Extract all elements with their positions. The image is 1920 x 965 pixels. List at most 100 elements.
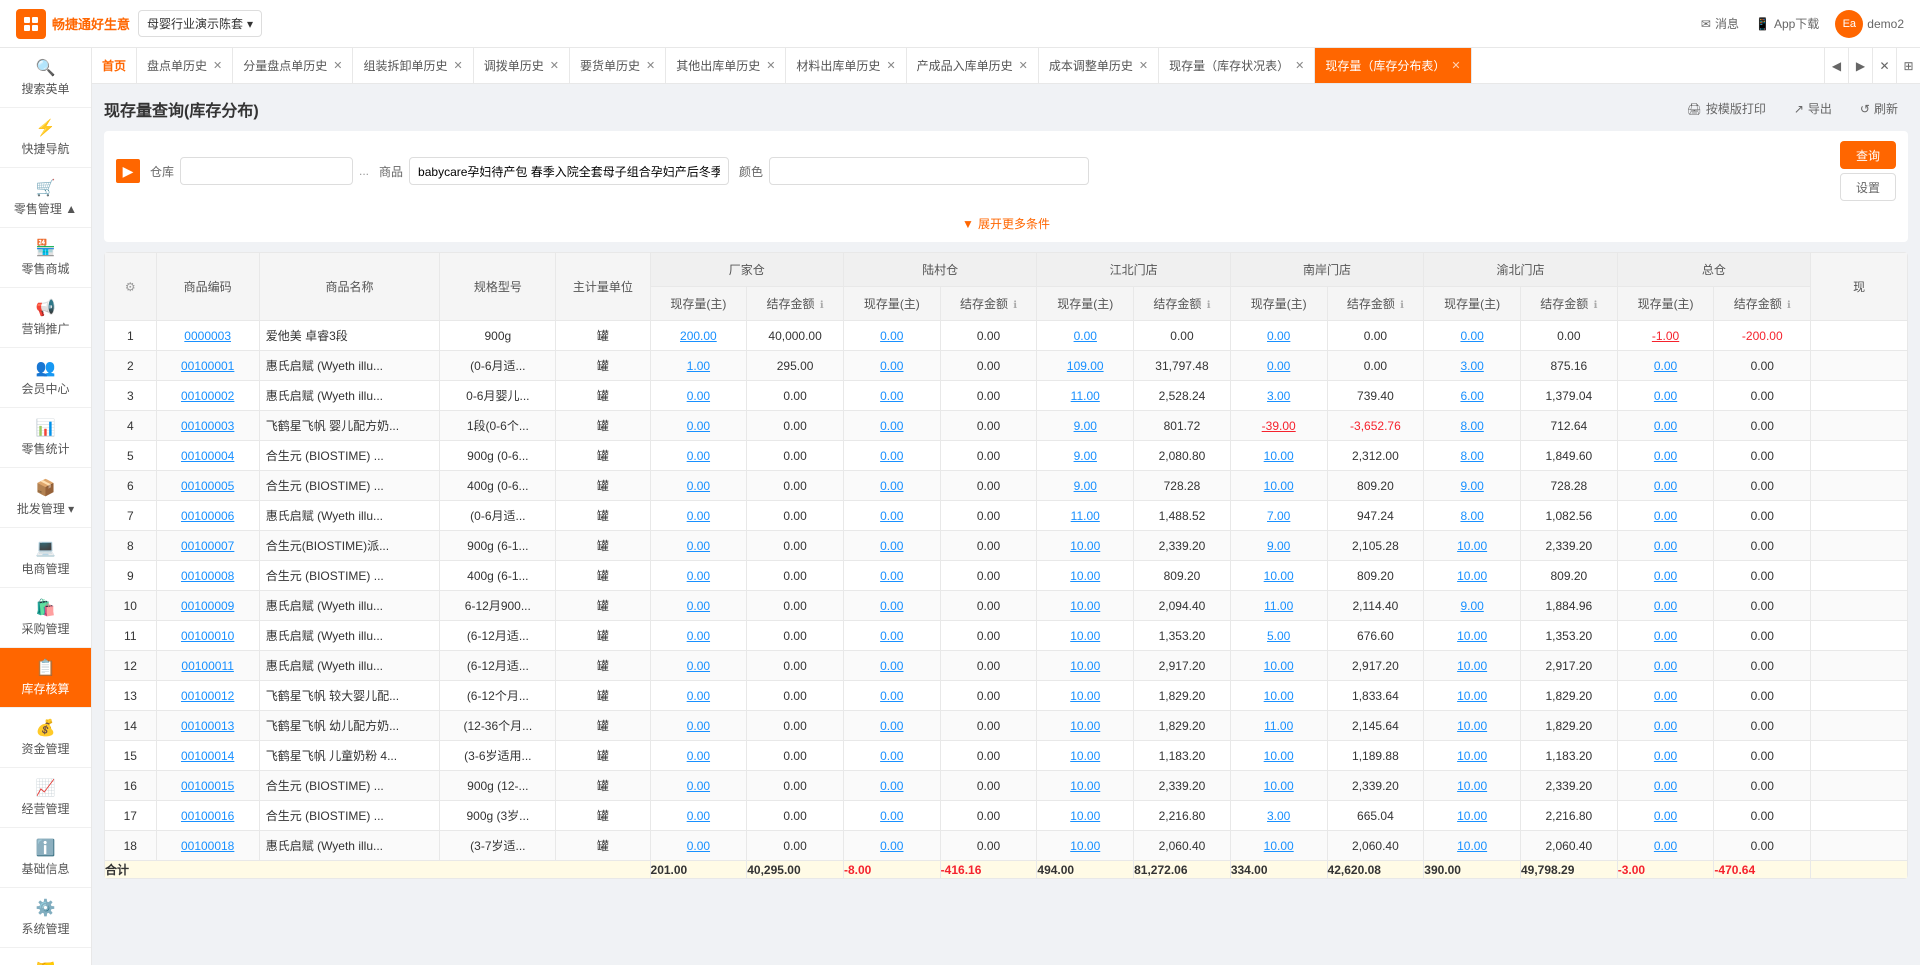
sidebar-item-search[interactable]: 🔍 搜索英单 <box>0 48 91 108</box>
sidebar-item-system[interactable]: ⚙️ 系统管理 <box>0 888 91 948</box>
tab-other-out-close[interactable]: ✕ <box>766 59 775 72</box>
td-factory-qty[interactable]: 0.00 <box>650 501 747 531</box>
nav-close-btn[interactable]: ✕ <box>1872 48 1896 84</box>
td-lucun-qty[interactable]: 0.00 <box>843 381 940 411</box>
nav-next-btn[interactable]: ▶ <box>1848 48 1872 84</box>
td-lucun-qty[interactable]: 0.00 <box>843 531 940 561</box>
td-factory-qty[interactable]: 0.00 <box>650 591 747 621</box>
td-lucun-qty[interactable]: 0.00 <box>843 771 940 801</box>
td-total-qty[interactable]: 0.00 <box>1617 411 1714 441</box>
td-code[interactable]: 00100008 <box>156 561 259 591</box>
color-input[interactable] <box>769 157 1089 185</box>
td-total-qty[interactable]: 0.00 <box>1617 801 1714 831</box>
td-factory-qty[interactable]: 1.00 <box>650 351 747 381</box>
app-download-btn[interactable]: 📱 App下载 <box>1755 15 1819 32</box>
settings-icon[interactable]: ⚙ <box>125 280 136 294</box>
td-yubei-qty[interactable]: 10.00 <box>1424 831 1521 861</box>
td-yubei-qty[interactable]: 10.00 <box>1424 741 1521 771</box>
tab-assembly-close[interactable]: ✕ <box>454 59 463 72</box>
td-code[interactable]: 00100006 <box>156 501 259 531</box>
td-jiangbei-qty[interactable]: 10.00 <box>1037 711 1134 741</box>
td-factory-qty[interactable]: 0.00 <box>650 621 747 651</box>
td-nanan-qty[interactable]: 10.00 <box>1230 741 1327 771</box>
td-jiangbei-qty[interactable]: 10.00 <box>1037 801 1134 831</box>
td-code[interactable]: 00100009 <box>156 591 259 621</box>
td-nanan-qty[interactable]: 5.00 <box>1230 621 1327 651</box>
tab-cost-adjust[interactable]: 成本调整单历史 ✕ <box>1039 48 1159 84</box>
td-total-qty[interactable]: 0.00 <box>1617 591 1714 621</box>
td-nanan-qty[interactable]: 9.00 <box>1230 531 1327 561</box>
td-nanan-qty[interactable]: 10.00 <box>1230 561 1327 591</box>
td-lucun-qty[interactable]: 0.00 <box>843 591 940 621</box>
td-yubei-qty[interactable]: 10.00 <box>1424 621 1521 651</box>
td-factory-qty[interactable]: 200.00 <box>650 321 747 351</box>
td-code[interactable]: 00100002 <box>156 381 259 411</box>
td-total-qty[interactable]: 0.00 <box>1617 771 1714 801</box>
td-lucun-qty[interactable]: 0.00 <box>843 471 940 501</box>
td-nanan-qty[interactable]: 10.00 <box>1230 771 1327 801</box>
td-code[interactable]: 00100016 <box>156 801 259 831</box>
tab-split-check[interactable]: 分量盘点单历史 ✕ <box>233 48 353 84</box>
tab-split-check-close[interactable]: ✕ <box>333 59 342 72</box>
td-code[interactable]: 00100004 <box>156 441 259 471</box>
tab-transfer[interactable]: 调拨单历史 ✕ <box>474 48 570 84</box>
tab-purchase-order-close[interactable]: ✕ <box>646 59 655 72</box>
sidebar-item-retail[interactable]: 🛒 零售管理 ▲ <box>0 168 91 228</box>
sidebar-item-purchase[interactable]: 🛍️ 采购管理 <box>0 588 91 648</box>
tab-product-in-close[interactable]: ✕ <box>1019 59 1028 72</box>
tab-material-out[interactable]: 材料出库单历史 ✕ <box>786 48 906 84</box>
nav-prev-btn[interactable]: ◀ <box>1824 48 1848 84</box>
sidebar-item-quick[interactable]: ⚡ 快捷导航 <box>0 108 91 168</box>
td-code[interactable]: 00100018 <box>156 831 259 861</box>
tab-stock-status-close[interactable]: ✕ <box>1295 59 1304 72</box>
warehouse-input[interactable] <box>180 157 353 185</box>
td-lucun-qty[interactable]: 0.00 <box>843 441 940 471</box>
expand-more-btn[interactable]: ▼ 展开更多条件 <box>962 215 1050 232</box>
tab-inventory-check[interactable]: 盘点单历史 ✕ <box>137 48 233 84</box>
tab-assembly[interactable]: 组装拆卸单历史 ✕ <box>353 48 473 84</box>
td-jiangbei-qty[interactable]: 11.00 <box>1037 381 1134 411</box>
td-factory-qty[interactable]: 0.00 <box>650 651 747 681</box>
td-yubei-qty[interactable]: 10.00 <box>1424 561 1521 591</box>
tab-product-in[interactable]: 产成品入库单历史 ✕ <box>907 48 1039 84</box>
td-total-qty[interactable]: 0.00 <box>1617 651 1714 681</box>
td-factory-qty[interactable]: 0.00 <box>650 771 747 801</box>
td-total-qty[interactable]: 0.00 <box>1617 621 1714 651</box>
td-total-qty[interactable]: 0.00 <box>1617 711 1714 741</box>
sidebar-item-retail-stats[interactable]: 📊 零售统计 <box>0 408 91 468</box>
td-nanan-qty[interactable]: 3.00 <box>1230 381 1327 411</box>
td-lucun-qty[interactable]: 0.00 <box>843 501 940 531</box>
tab-transfer-close[interactable]: ✕ <box>550 59 559 72</box>
td-nanan-qty[interactable]: 10.00 <box>1230 441 1327 471</box>
td-yubei-qty[interactable]: 0.00 <box>1424 321 1521 351</box>
tab-cost-adjust-close[interactable]: ✕ <box>1139 59 1148 72</box>
td-lucun-qty[interactable]: 0.00 <box>843 801 940 831</box>
td-jiangbei-qty[interactable]: 10.00 <box>1037 681 1134 711</box>
td-yubei-qty[interactable]: 8.00 <box>1424 501 1521 531</box>
td-code[interactable]: 0000003 <box>156 321 259 351</box>
td-yubei-qty[interactable]: 9.00 <box>1424 471 1521 501</box>
tab-material-out-close[interactable]: ✕ <box>886 59 895 72</box>
sidebar-item-enterprise[interactable]: 🤝 企业协同 <box>0 948 91 965</box>
td-lucun-qty[interactable]: 0.00 <box>843 321 940 351</box>
sidebar-item-basics[interactable]: ℹ️ 基础信息 <box>0 828 91 888</box>
td-nanan-qty[interactable]: 11.00 <box>1230 711 1327 741</box>
td-nanan-qty[interactable]: 10.00 <box>1230 471 1327 501</box>
td-yubei-qty[interactable]: 8.00 <box>1424 411 1521 441</box>
td-yubei-qty[interactable]: 10.00 <box>1424 531 1521 561</box>
td-lucun-qty[interactable]: 0.00 <box>843 561 940 591</box>
td-total-qty[interactable]: 0.00 <box>1617 831 1714 861</box>
tab-stock-dist-close[interactable]: ✕ <box>1451 59 1460 72</box>
td-factory-qty[interactable]: 0.00 <box>650 831 747 861</box>
td-jiangbei-qty[interactable]: 10.00 <box>1037 561 1134 591</box>
td-code[interactable]: 00100014 <box>156 741 259 771</box>
td-yubei-qty[interactable]: 10.00 <box>1424 651 1521 681</box>
td-jiangbei-qty[interactable]: 10.00 <box>1037 771 1134 801</box>
export-btn[interactable]: ↗ 导出 <box>1784 96 1842 121</box>
td-factory-qty[interactable]: 0.00 <box>650 471 747 501</box>
td-total-qty[interactable]: 0.00 <box>1617 381 1714 411</box>
setting-btn[interactable]: 设置 <box>1840 173 1896 201</box>
sidebar-item-inventory[interactable]: 📋 库存核算 <box>0 648 91 708</box>
sidebar-item-wholesale[interactable]: 📦 批发管理 ▾ <box>0 468 91 528</box>
td-factory-qty[interactable]: 0.00 <box>650 681 747 711</box>
